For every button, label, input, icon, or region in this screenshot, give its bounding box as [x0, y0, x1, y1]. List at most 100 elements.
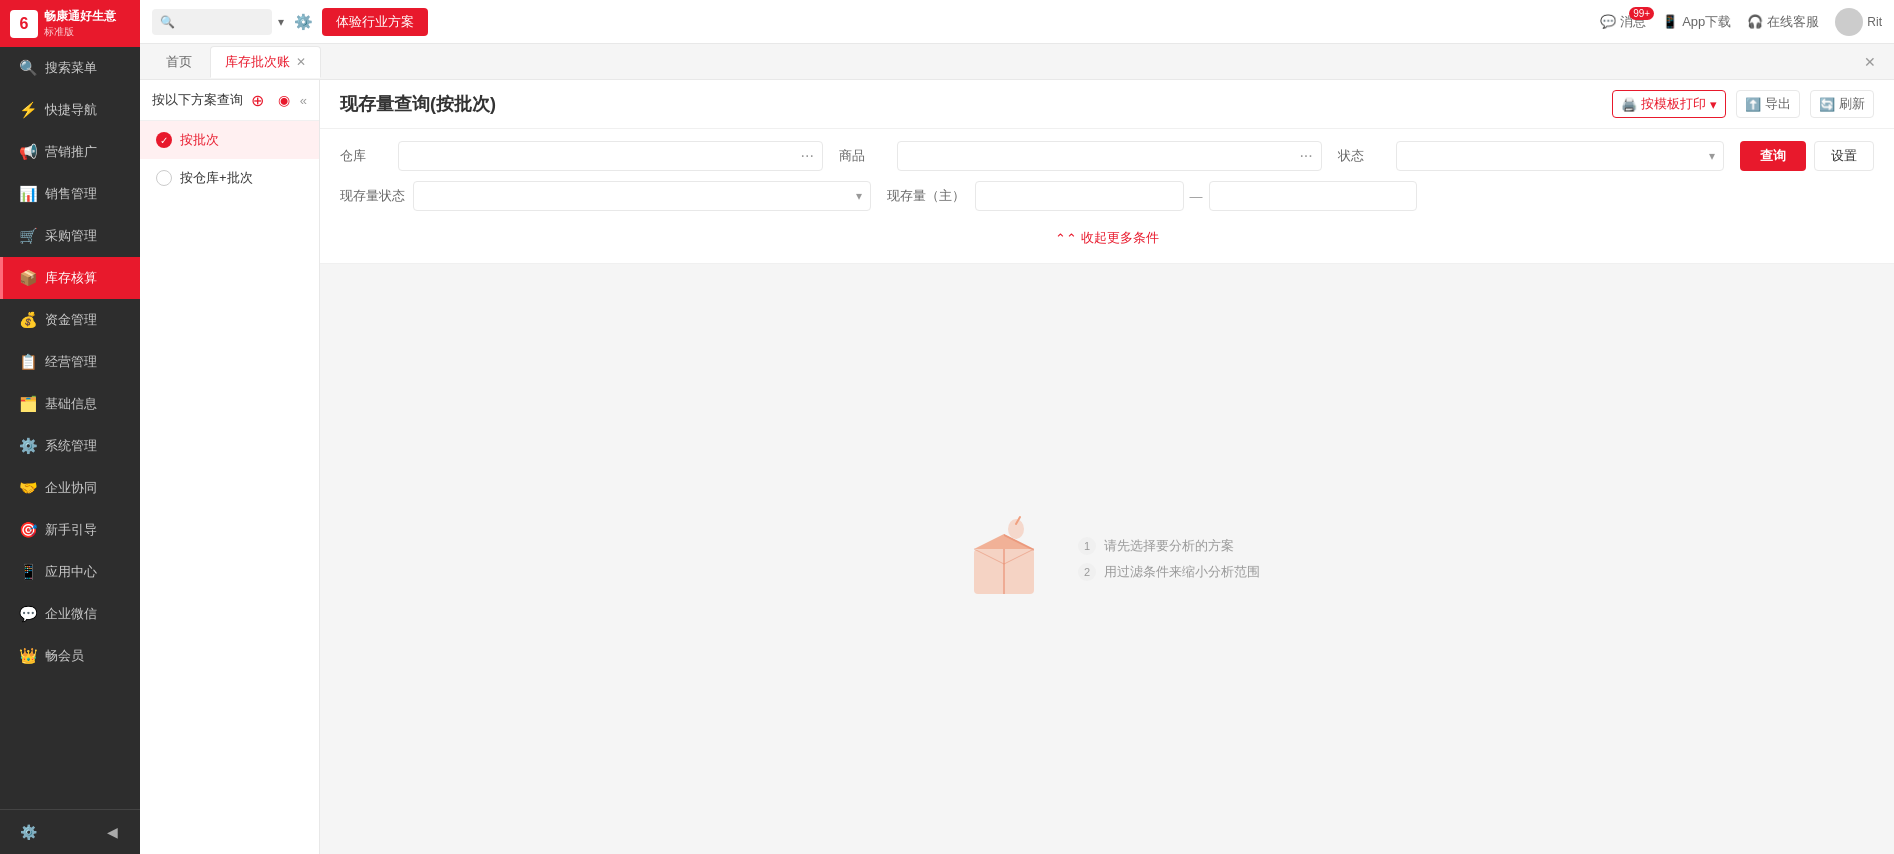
warehouse-input[interactable]: ···	[398, 141, 823, 171]
sidebar-item-member[interactable]: 👑 畅会员	[0, 635, 140, 677]
sidebar-item-enterprise[interactable]: 🤝 企业协同	[0, 467, 140, 509]
sales-icon: 📊	[19, 185, 37, 203]
empty-tips: 1 请先选择要分析的方案 2 用过滤条件来缩小分析范围	[1078, 537, 1260, 581]
tab-close-icon[interactable]: ✕	[296, 55, 306, 69]
svg-marker-1	[974, 534, 1034, 549]
sidebar-item-search[interactable]: 🔍 搜索菜单	[0, 47, 140, 89]
phone-icon: 📱	[1662, 14, 1678, 29]
sidebar-item-label: 新手引导	[45, 521, 97, 539]
search-menu-icon: 🔍	[19, 59, 37, 77]
app-download-button[interactable]: 📱 App下载	[1662, 13, 1731, 31]
filter-settings-button[interactable]: 设置	[1814, 141, 1874, 171]
user-profile[interactable]: Rit	[1835, 8, 1882, 36]
sidebar-item-marketing[interactable]: 📢 营销推广	[0, 131, 140, 173]
warehouse-more-icon[interactable]: ···	[801, 147, 814, 165]
export-icon: ⬆️	[1745, 97, 1761, 112]
status-input[interactable]: ▾	[1396, 141, 1724, 171]
newbie-icon: 🎯	[19, 521, 37, 539]
inventory-quantity-min[interactable]	[975, 181, 1184, 211]
sidebar: 6 畅康通好生意 标准版 🔍 搜索菜单 ⚡ 快捷导航 📢 营销推广 📊 销售管理…	[0, 0, 140, 854]
settings-icon[interactable]: ⚙️	[16, 820, 40, 844]
content-area: 按以下方案查询 ⊕ ◉ « ✓ 按批次 按仓库+批次 现存量查询(按批次)	[140, 80, 1894, 854]
sidebar-item-label: 销售管理	[45, 185, 97, 203]
sidebar-item-label: 应用中心	[45, 563, 97, 581]
sidebar-item-purchase[interactable]: 🛒 采购管理	[0, 215, 140, 257]
messages-button[interactable]: 💬 消息 99+	[1600, 13, 1646, 31]
tab-inventory-batch-label: 库存批次账	[225, 53, 290, 71]
sidebar-item-sales[interactable]: 📊 销售管理	[0, 173, 140, 215]
quantity-dash: —	[1190, 189, 1203, 204]
search-box[interactable]: 🔍	[152, 9, 272, 35]
chevron-down-icon: ▾	[1710, 97, 1717, 112]
inventory-quantity-max[interactable]	[1209, 181, 1418, 211]
chevron-down-icon: ▾	[856, 189, 862, 203]
scheme-item-by-batch[interactable]: ✓ 按批次	[140, 121, 319, 159]
system-icon: ⚙️	[19, 437, 37, 455]
filter-row-2: 现存量状态 ▾ 现存量（主） —	[340, 181, 1874, 211]
add-scheme-button[interactable]: ⊕	[248, 90, 268, 110]
topbar: 🔍 ▾ ⚙️ 体验行业方案 💬 消息 99+ 📱 App下载 🎧 在线客服	[140, 0, 1894, 44]
product-input[interactable]: ···	[897, 141, 1322, 171]
sidebar-item-system[interactable]: ⚙️ 系统管理	[0, 425, 140, 467]
scheme-settings-icon[interactable]: ◉	[274, 90, 294, 110]
empty-illustration	[954, 509, 1054, 609]
warehouse-label: 仓库	[340, 147, 390, 165]
tab-home[interactable]: 首页	[152, 47, 206, 77]
sidebar-header: 6 畅康通好生意 标准版	[0, 0, 140, 47]
collapse-label: 收起更多条件	[1081, 229, 1159, 247]
refresh-button[interactable]: 🔄 刷新	[1810, 90, 1874, 118]
scheme-item-label: 按仓库+批次	[180, 169, 253, 187]
sidebar-item-finance[interactable]: 💰 资金管理	[0, 299, 140, 341]
page-close-button[interactable]: ✕	[1858, 50, 1882, 74]
product-filter: 商品 ···	[839, 141, 1322, 171]
tab-inventory-batch[interactable]: 库存批次账 ✕	[210, 46, 321, 78]
left-panel-title: 按以下方案查询	[152, 91, 243, 109]
status-label: 状态	[1338, 147, 1388, 165]
sidebar-item-label: 基础信息	[45, 395, 97, 413]
brand-sub: 标准版	[44, 25, 116, 39]
collapse-panel-button[interactable]: «	[300, 93, 307, 108]
sidebar-item-appstore[interactable]: 📱 应用中心	[0, 551, 140, 593]
topbar-dropdown[interactable]: ▾	[278, 15, 284, 29]
sidebar-item-operations[interactable]: 📋 经营管理	[0, 341, 140, 383]
inventory-status-label: 现存量状态	[340, 187, 405, 205]
tip-text-2: 用过滤条件来缩小分析范围	[1104, 563, 1260, 581]
sidebar-item-label: 经营管理	[45, 353, 97, 371]
chevron-down-icon: ▾	[278, 15, 284, 29]
tip-number-1: 1	[1078, 537, 1096, 555]
topbar-gear-icon[interactable]: ⚙️	[290, 9, 316, 35]
user-name: Rit	[1867, 15, 1882, 29]
inventory-icon: 📦	[19, 269, 37, 287]
product-more-icon[interactable]: ···	[1299, 147, 1312, 165]
scheme-item-by-warehouse-batch[interactable]: 按仓库+批次	[140, 159, 319, 197]
export-button[interactable]: ⬆️ 导出	[1736, 90, 1800, 118]
app-brand: 畅康通好生意 标准版	[44, 8, 116, 39]
query-button[interactable]: 查询	[1740, 141, 1806, 171]
right-panel: 现存量查询(按批次) 🖨️ 按模板打印 ▾ ⬆️ 导出 🔄 刷新	[320, 80, 1894, 854]
collapse-sidebar-icon[interactable]: ◀	[100, 820, 124, 844]
sidebar-footer: ⚙️ ◀	[0, 809, 140, 854]
app-logo: 6	[10, 10, 38, 38]
sidebar-item-label: 畅会员	[45, 647, 84, 665]
inventory-status-input[interactable]: ▾	[413, 181, 871, 211]
sidebar-item-basic[interactable]: 🗂️ 基础信息	[0, 383, 140, 425]
sidebar-item-inventory[interactable]: 📦 库存核算	[0, 257, 140, 299]
app-download-label: App下载	[1682, 13, 1731, 31]
inventory-status-filter: 现存量状态 ▾	[340, 181, 871, 211]
search-icon: 🔍	[160, 15, 175, 29]
sidebar-item-label: 快捷导航	[45, 101, 97, 119]
left-panel-header: 按以下方案查询 ⊕ ◉ «	[140, 80, 319, 121]
sidebar-item-newbie[interactable]: 🎯 新手引导	[0, 509, 140, 551]
sidebar-item-wechat[interactable]: 💬 企业微信	[0, 593, 140, 635]
collapse-filters-button[interactable]: ⌃⌃ 收起更多条件	[1043, 225, 1171, 251]
trial-button[interactable]: 体验行业方案	[322, 8, 428, 36]
sidebar-item-quicknav[interactable]: ⚡ 快捷导航	[0, 89, 140, 131]
customer-service-button[interactable]: 🎧 在线客服	[1747, 13, 1819, 31]
inventory-quantity-label: 现存量（主）	[887, 187, 967, 205]
warehouse-filter: 仓库 ···	[340, 141, 823, 171]
print-template-button[interactable]: 🖨️ 按模板打印 ▾	[1612, 90, 1726, 118]
left-panel-actions: ⊕ ◉ «	[248, 90, 307, 110]
brand-name: 畅康通好生意	[44, 8, 116, 25]
inventory-quantity-filter: 现存量（主） —	[887, 181, 1418, 211]
marketing-icon: 📢	[19, 143, 37, 161]
